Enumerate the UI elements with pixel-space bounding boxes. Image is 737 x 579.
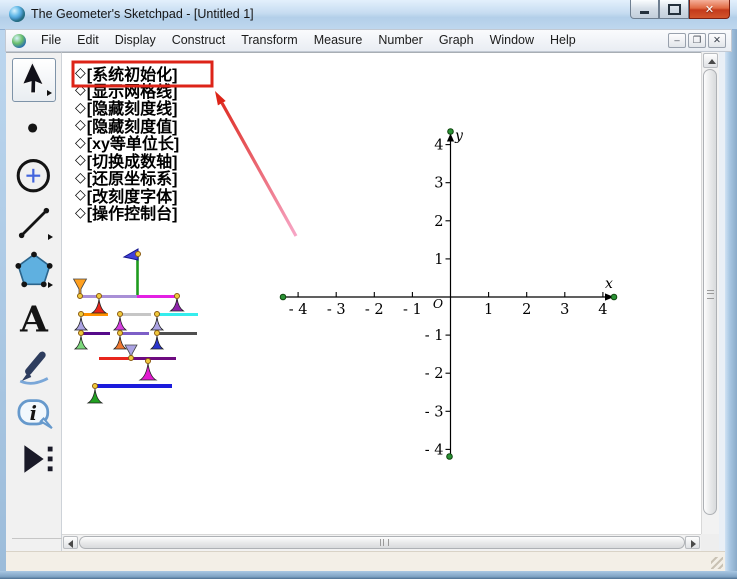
compass-tool[interactable] <box>12 153 56 197</box>
toolbox-separator <box>12 538 67 539</box>
text-tool[interactable]: A <box>12 297 56 341</box>
point-icon <box>12 106 56 150</box>
diamond-bullet-icon: ◇ <box>75 186 86 203</box>
resize-grip-icon <box>711 557 723 569</box>
diamond-bullet-icon: ◇ <box>75 204 86 221</box>
action-button[interactable]: ◇[操作控制台] <box>75 203 177 221</box>
mdi-close-button[interactable]: ✕ <box>708 33 726 48</box>
mdi-minimize-button[interactable]: – <box>668 33 686 48</box>
marker-icon <box>12 344 56 388</box>
diamond-bullet-icon: ◇ <box>75 169 86 186</box>
minimize-icon <box>640 11 649 14</box>
menu-item-edit[interactable]: Edit <box>69 30 107 51</box>
window-border-right <box>725 29 737 572</box>
toolbox: A i <box>6 52 62 551</box>
menu-item-transform[interactable]: Transform <box>233 30 306 51</box>
text-icon: A <box>12 297 56 341</box>
point-tool[interactable] <box>12 106 56 150</box>
close-icon: ✕ <box>705 3 714 16</box>
selection-arrow-icon <box>13 59 57 103</box>
window-border-bottom <box>0 571 737 579</box>
menu-item-construct[interactable]: Construct <box>164 30 234 51</box>
selection-arrow-tool[interactable] <box>12 58 56 102</box>
thumb-grip <box>380 539 389 546</box>
maximize-icon <box>668 4 681 15</box>
arrow-up-icon <box>708 59 716 64</box>
diamond-bullet-icon: ◇ <box>75 64 86 81</box>
scroll-right-button[interactable] <box>685 536 700 549</box>
vertical-scrollbar <box>701 52 719 551</box>
diamond-bullet-icon: ◇ <box>75 99 86 116</box>
vertical-scroll-thumb[interactable] <box>703 69 717 515</box>
marker-tool[interactable] <box>12 344 56 388</box>
tool-submenu-arrow <box>48 282 53 288</box>
diamond-bullet-icon: ◇ <box>75 116 86 133</box>
tool-submenu-arrow <box>48 234 53 240</box>
info-bubble-icon: i <box>12 391 56 435</box>
menu-item-window[interactable]: Window <box>482 30 542 51</box>
title-bar[interactable]: The Geometer's Sketchpad - [Untitled 1] … <box>0 0 737 30</box>
menu-item-display[interactable]: Display <box>107 30 164 51</box>
menu-item-help[interactable]: Help <box>542 30 584 51</box>
diamond-bullet-icon: ◇ <box>75 81 86 98</box>
menu-bar: FileEditDisplayConstructTransformMeasure… <box>5 29 732 52</box>
mdi-restore-button[interactable]: ❐ <box>688 33 706 48</box>
menu-item-number[interactable]: Number <box>370 30 430 51</box>
menu-items: FileEditDisplayConstructTransformMeasure… <box>33 30 584 51</box>
mdi-window-buttons: –❐✕ <box>668 33 726 48</box>
diamond-bullet-icon: ◇ <box>75 151 86 168</box>
information-tool[interactable]: i <box>12 391 56 435</box>
svg-text:A: A <box>19 298 49 340</box>
status-bar <box>6 551 725 571</box>
app-logo-icon <box>9 6 25 22</box>
window-title: The Geometer's Sketchpad - [Untitled 1] <box>31 0 254 29</box>
custom-tool[interactable] <box>12 437 56 481</box>
svg-text:i: i <box>30 402 37 425</box>
arrow-left-icon <box>68 540 73 548</box>
tool-submenu-arrow <box>47 90 52 96</box>
menu-item-graph[interactable]: Graph <box>431 30 482 51</box>
menu-item-file[interactable]: File <box>33 30 69 51</box>
diamond-bullet-icon: ◇ <box>75 134 86 151</box>
menu-item-measure[interactable]: Measure <box>306 30 371 51</box>
action-button-label: [操作控制台] <box>87 200 178 224</box>
caption-buttons: ✕ <box>630 0 730 19</box>
thumb-grip <box>707 290 714 299</box>
horizontal-scrollbar <box>62 534 701 551</box>
scrollbar-corner <box>701 534 719 551</box>
application-window: The Geometer's Sketchpad - [Untitled 1] … <box>0 0 737 579</box>
arrow-right-icon <box>691 540 696 548</box>
maximize-button[interactable] <box>659 0 689 19</box>
minimize-button[interactable] <box>630 0 659 19</box>
close-button[interactable]: ✕ <box>689 0 730 19</box>
horizontal-scroll-thumb[interactable] <box>79 536 685 549</box>
scroll-up-button[interactable] <box>703 53 718 68</box>
polygon-tool[interactable] <box>12 249 56 293</box>
custom-tool-icon <box>12 437 56 481</box>
scroll-left-button[interactable] <box>63 536 78 549</box>
document-icon <box>12 34 26 48</box>
compass-circle-icon <box>12 153 56 197</box>
window-border-inner <box>719 52 725 551</box>
straightedge-tool[interactable] <box>12 201 56 245</box>
